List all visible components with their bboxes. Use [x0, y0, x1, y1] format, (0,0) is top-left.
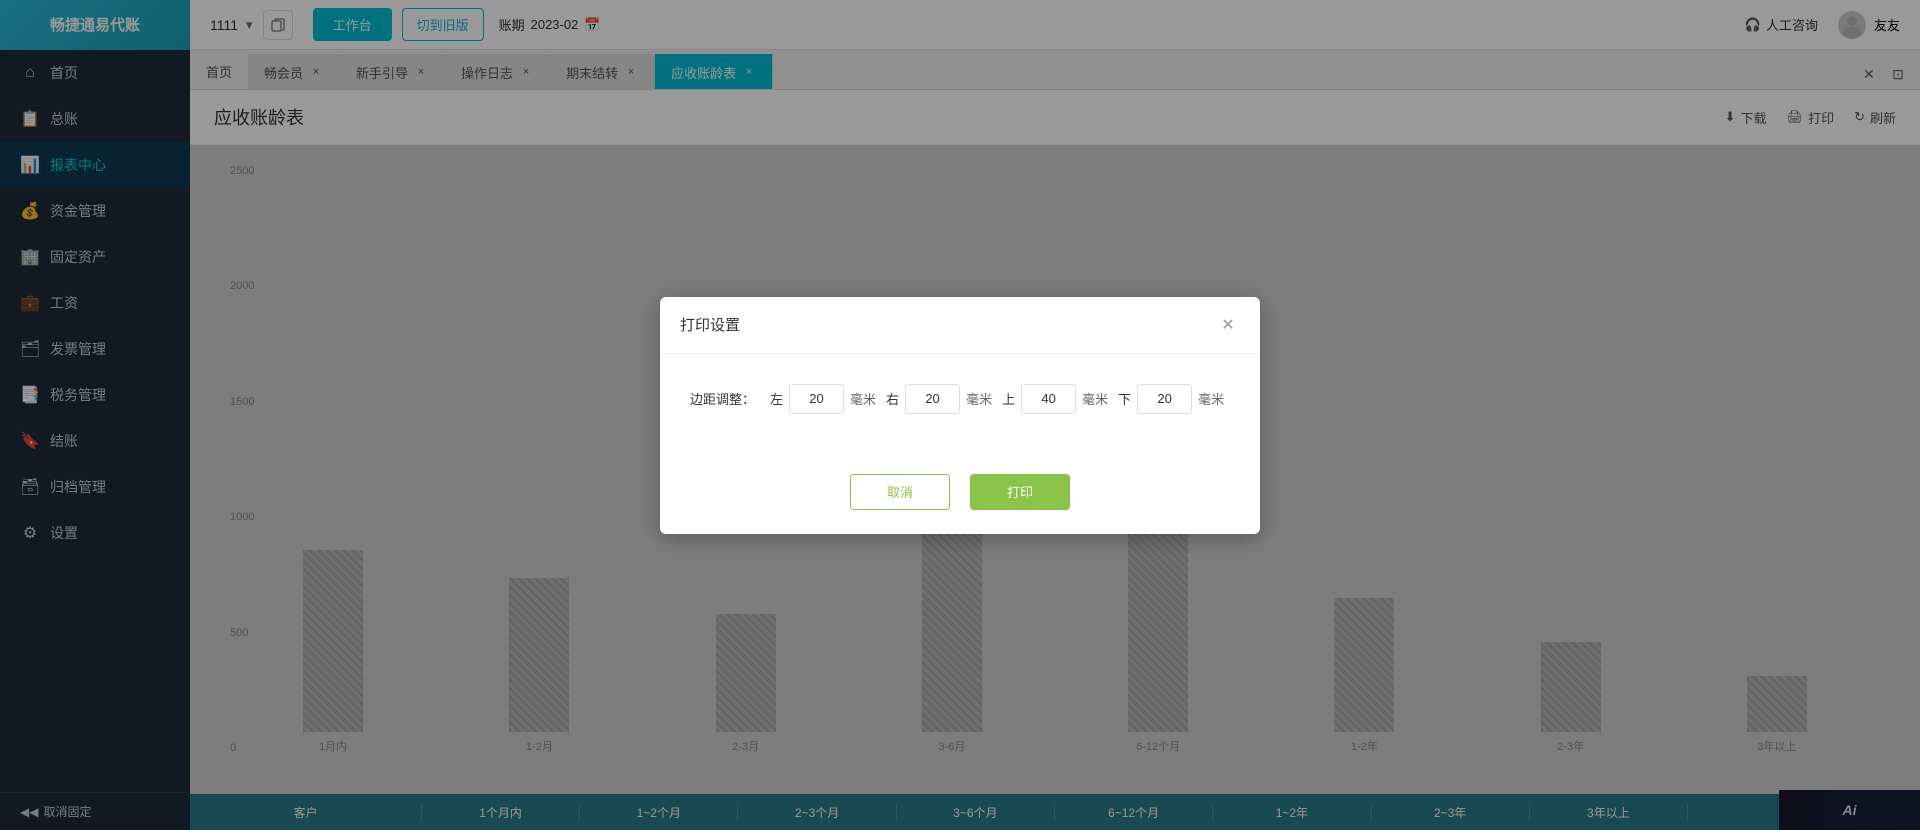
- bottom-label: 下: [1118, 389, 1131, 408]
- cancel-button[interactable]: 取消: [850, 474, 950, 510]
- bottom-unit: 毫米: [1198, 389, 1224, 408]
- modal-close-button[interactable]: ✕: [1216, 313, 1240, 337]
- top-margin-input[interactable]: [1021, 384, 1076, 414]
- print-settings-modal: 打印设置 ✕ 边距调整： 左 毫米 右 毫米 上 毫米: [660, 297, 1260, 534]
- right-unit: 毫米: [966, 389, 992, 408]
- margin-left-group: 左 毫米: [770, 384, 876, 414]
- bottom-margin-input[interactable]: [1137, 384, 1192, 414]
- left-label: 左: [770, 389, 783, 408]
- margin-right-group: 右 毫米: [886, 384, 992, 414]
- margin-label: 边距调整：: [690, 389, 755, 408]
- modal-header: 打印设置 ✕: [660, 297, 1260, 354]
- top-label: 上: [1002, 389, 1015, 408]
- left-margin-input[interactable]: [789, 384, 844, 414]
- margin-bottom-group: 下 毫米: [1118, 384, 1224, 414]
- margin-row: 边距调整： 左 毫米 右 毫米 上 毫米 下: [690, 384, 1230, 414]
- left-unit: 毫米: [850, 389, 876, 408]
- modal-body: 边距调整： 左 毫米 右 毫米 上 毫米 下: [660, 354, 1260, 464]
- top-unit: 毫米: [1082, 389, 1108, 408]
- modal-footer: 取消 打印: [660, 464, 1260, 534]
- right-label: 右: [886, 389, 899, 408]
- margin-top-group: 上 毫米: [1002, 384, 1108, 414]
- right-margin-input[interactable]: [905, 384, 960, 414]
- confirm-print-button[interactable]: 打印: [970, 474, 1070, 510]
- modal-overlay: 打印设置 ✕ 边距调整： 左 毫米 右 毫米 上 毫米: [0, 0, 1920, 830]
- modal-title: 打印设置: [680, 314, 740, 335]
